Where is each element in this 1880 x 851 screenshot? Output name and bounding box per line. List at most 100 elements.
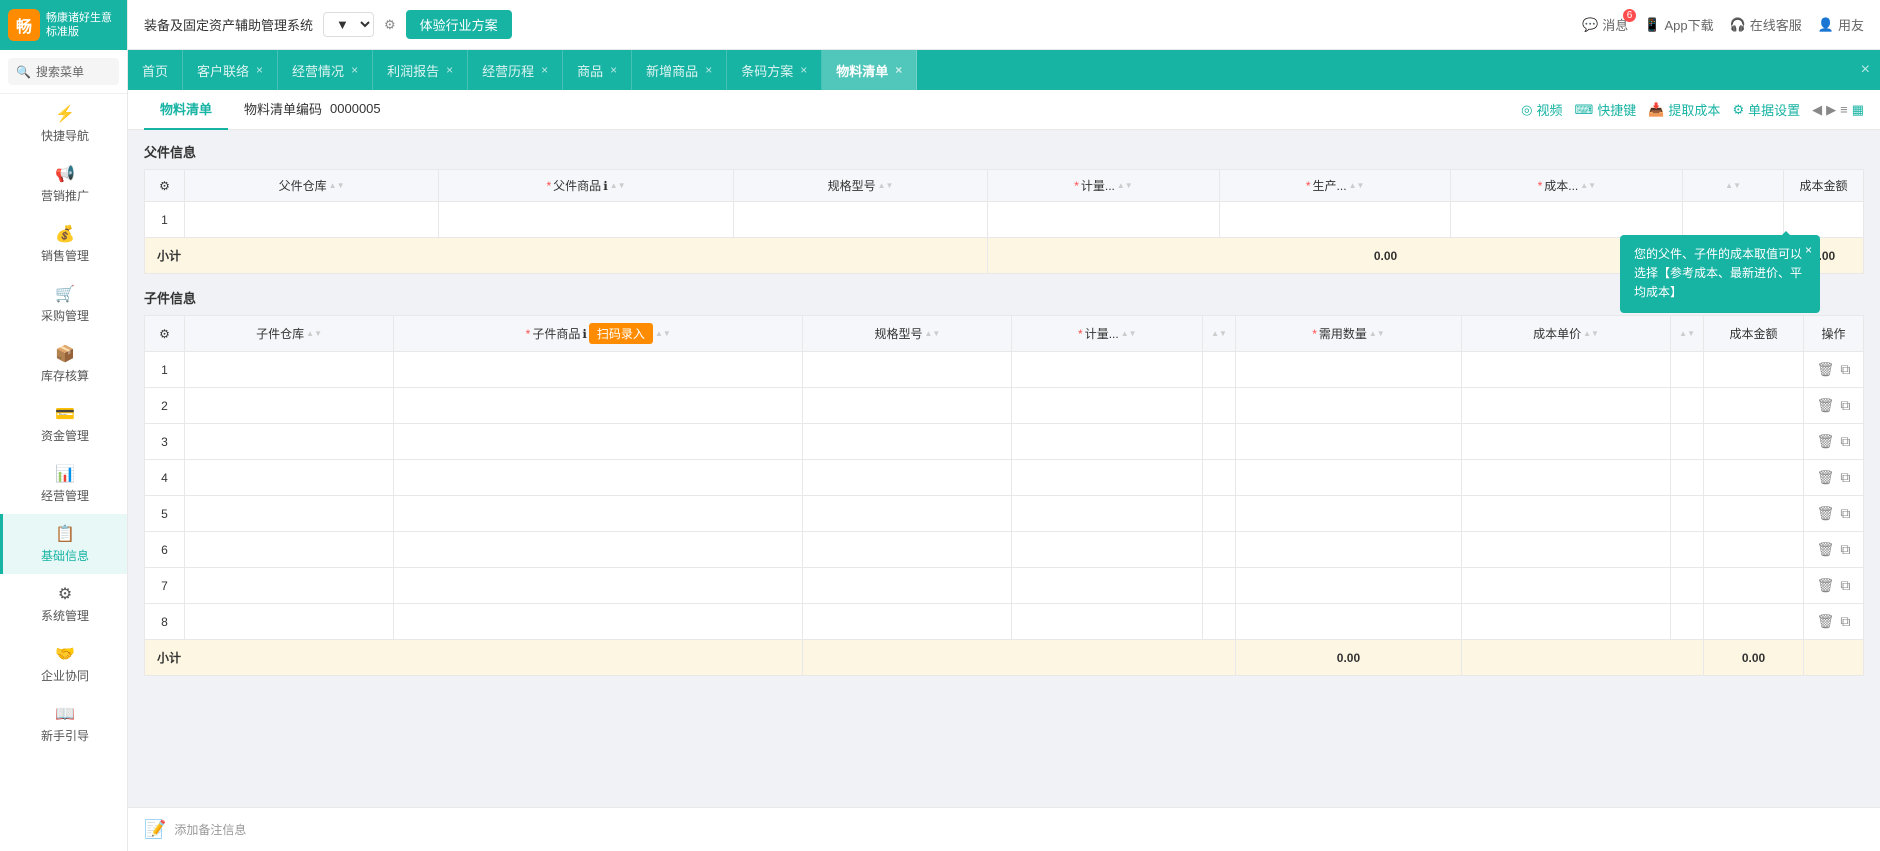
child-cell-unit-cost-5[interactable] — [1461, 496, 1670, 532]
child-cell-sort2-3[interactable] — [1671, 424, 1704, 460]
child-cell-warehouse-2[interactable] — [185, 388, 394, 424]
child-cell-unit-cost-8[interactable] — [1461, 604, 1670, 640]
delete-icon-7[interactable]: 🗑 — [1817, 577, 1835, 594]
sidebar-item-2[interactable]: 💰销售管理 — [0, 214, 127, 274]
child-cell-unit-cost-2[interactable] — [1461, 388, 1670, 424]
nav-tab-1[interactable]: 客户联络× — [183, 50, 278, 90]
nav-tab-2[interactable]: 经营情况× — [278, 50, 373, 90]
tab-close-icon[interactable]: × — [446, 63, 453, 77]
copy-icon-1[interactable]: ⧉ — [1840, 361, 1850, 378]
tooltip-close-btn[interactable]: × — [1805, 241, 1812, 260]
copy-icon-7[interactable]: ⧉ — [1840, 577, 1850, 594]
child-cell-unit-cost-4[interactable] — [1461, 460, 1670, 496]
child-cell-qty-2[interactable] — [1235, 388, 1461, 424]
sub-tab-material-list[interactable]: 物料清单 — [144, 90, 228, 130]
doc-settings-btn[interactable]: ⚙ 单据设置 — [1732, 100, 1800, 119]
child-cell-product-1[interactable] — [394, 352, 803, 388]
child-cell-sort-3[interactable] — [1203, 424, 1236, 460]
child-cell-warehouse-6[interactable] — [185, 532, 394, 568]
tab-close-icon[interactable]: × — [541, 63, 548, 77]
child-cell-sort-1[interactable] — [1203, 352, 1236, 388]
delete-icon-5[interactable]: 🗑 — [1817, 505, 1835, 522]
nav-tab-5[interactable]: 商品× — [563, 50, 632, 90]
video-btn[interactable]: ◎ 视频 — [1521, 100, 1562, 119]
parent-col-settings[interactable]: ⚙ — [145, 170, 185, 202]
child-cell-warehouse-7[interactable] — [185, 568, 394, 604]
child-cell-unit-3[interactable] — [1012, 424, 1203, 460]
sidebar-item-7[interactable]: 📋基础信息 — [0, 514, 127, 574]
close-all-tabs-btn[interactable]: × — [1851, 50, 1880, 90]
copy-icon-4[interactable]: ⧉ — [1840, 469, 1850, 486]
child-cell-product-7[interactable] — [394, 568, 803, 604]
delete-icon-8[interactable]: 🗑 — [1817, 613, 1835, 630]
child-cell-sort-5[interactable] — [1203, 496, 1236, 532]
child-cell-unit-6[interactable] — [1012, 532, 1203, 568]
parent-cell-product[interactable] — [439, 202, 734, 238]
child-cell-sort-2[interactable] — [1203, 388, 1236, 424]
child-cell-sort2-1[interactable] — [1671, 352, 1704, 388]
sidebar-item-9[interactable]: 🤝企业协同 — [0, 634, 127, 694]
parent-cell-unit[interactable] — [988, 202, 1220, 238]
child-cell-warehouse-5[interactable] — [185, 496, 394, 532]
app-download-btn[interactable]: 📱 App下载 — [1644, 15, 1713, 34]
parent-cell-spec[interactable] — [733, 202, 987, 238]
delete-icon-6[interactable]: 🗑 — [1817, 541, 1835, 558]
child-cell-spec-2[interactable] — [803, 388, 1012, 424]
child-cell-qty-3[interactable] — [1235, 424, 1461, 460]
child-cell-spec-8[interactable] — [803, 604, 1012, 640]
parent-cell-production[interactable] — [1219, 202, 1451, 238]
child-cell-product-2[interactable] — [394, 388, 803, 424]
sidebar-item-5[interactable]: 💳资金管理 — [0, 394, 127, 454]
copy-icon-6[interactable]: ⧉ — [1840, 541, 1850, 558]
child-cell-unit-7[interactable] — [1012, 568, 1203, 604]
child-cell-unit-cost-3[interactable] — [1461, 424, 1670, 460]
child-cell-sort2-2[interactable] — [1671, 388, 1704, 424]
sidebar-item-8[interactable]: ⚙系统管理 — [0, 574, 127, 634]
sidebar-item-3[interactable]: 🛒采购管理 — [0, 274, 127, 334]
child-cell-qty-1[interactable] — [1235, 352, 1461, 388]
sidebar-search[interactable]: 🔍 搜索菜单 — [0, 50, 127, 94]
child-cell-sort-7[interactable] — [1203, 568, 1236, 604]
copy-icon-5[interactable]: ⧉ — [1840, 505, 1850, 522]
shortcut-btn[interactable]: ⌨ 快捷键 — [1574, 100, 1636, 119]
nav-tab-6[interactable]: 新增商品× — [632, 50, 727, 90]
online-service-btn[interactable]: 🎧 在线客服 — [1730, 15, 1802, 34]
user-btn[interactable]: 👤 用友 — [1818, 15, 1864, 34]
child-cell-qty-4[interactable] — [1235, 460, 1461, 496]
copy-icon-3[interactable]: ⧉ — [1840, 433, 1850, 450]
tab-close-icon[interactable]: × — [800, 63, 807, 77]
child-cell-warehouse-8[interactable] — [185, 604, 394, 640]
sidebar-item-0[interactable]: ⚡快捷导航 — [0, 94, 127, 154]
child-cell-warehouse-1[interactable] — [185, 352, 394, 388]
child-cell-spec-3[interactable] — [803, 424, 1012, 460]
child-cell-unit-2[interactable] — [1012, 388, 1203, 424]
child-cell-product-6[interactable] — [394, 532, 803, 568]
child-cell-warehouse-3[interactable] — [185, 424, 394, 460]
scan-button[interactable]: 扫码录入 — [589, 323, 653, 344]
child-cell-sort2-6[interactable] — [1671, 532, 1704, 568]
delete-icon-2[interactable]: 🗑 — [1817, 397, 1835, 414]
child-cell-qty-8[interactable] — [1235, 604, 1461, 640]
nav-next-icon[interactable]: ▶ — [1826, 102, 1836, 118]
nav-prev-icon[interactable]: ◀ — [1812, 102, 1822, 118]
child-cell-unit-5[interactable] — [1012, 496, 1203, 532]
sidebar-item-1[interactable]: 📢营销推广 — [0, 154, 127, 214]
child-cell-qty-6[interactable] — [1235, 532, 1461, 568]
child-cell-sort2-7[interactable] — [1671, 568, 1704, 604]
child-cell-qty-7[interactable] — [1235, 568, 1461, 604]
copy-icon-8[interactable]: ⧉ — [1840, 613, 1850, 630]
tab-close-icon[interactable]: × — [610, 63, 617, 77]
child-cell-sort2-5[interactable] — [1671, 496, 1704, 532]
child-cell-sort-4[interactable] — [1203, 460, 1236, 496]
child-cell-product-3[interactable] — [394, 424, 803, 460]
child-cell-product-4[interactable] — [394, 460, 803, 496]
tab-close-icon[interactable]: × — [256, 63, 263, 77]
child-cell-unit-cost-1[interactable] — [1461, 352, 1670, 388]
experience-btn[interactable]: 体验行业方案 — [406, 10, 512, 39]
child-cell-spec-6[interactable] — [803, 532, 1012, 568]
child-cell-sort2-8[interactable] — [1671, 604, 1704, 640]
message-btn[interactable]: 💬 消息 6 — [1582, 15, 1628, 34]
system-select[interactable]: ▼ — [323, 12, 374, 37]
grid-view-icon[interactable]: ▦ — [1852, 102, 1864, 118]
sidebar-item-4[interactable]: 📦库存核算 — [0, 334, 127, 394]
